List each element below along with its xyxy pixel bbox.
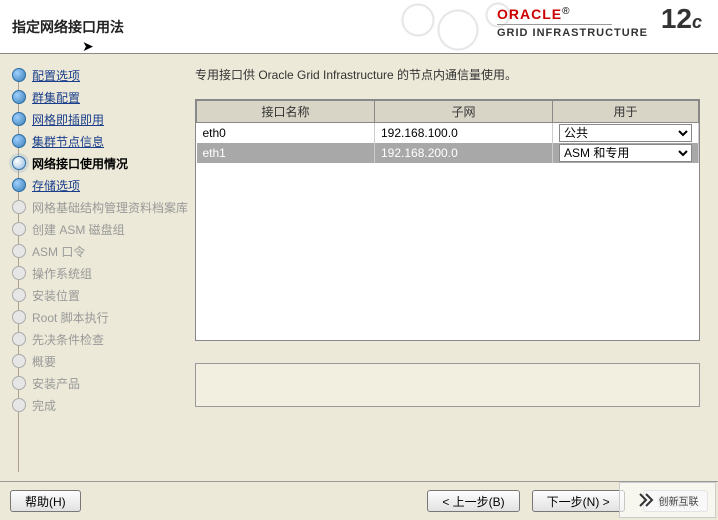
sidebar-item-os-groups: 操作系统组 [0, 262, 185, 284]
sidebar-item-label: 完成 [32, 397, 56, 414]
sidebar-item-label: Root 脚本执行 [32, 309, 109, 326]
sidebar-item-label: 网络接口使用情况 [32, 155, 128, 172]
step-dot-icon [12, 222, 26, 236]
step-dot-icon [12, 90, 26, 104]
body: 配置选项 群集配置 网格即插即用 集群节点信息 网络接口使用情况 存储选项 [0, 54, 718, 482]
col-header-interface-name[interactable]: 接口名称 [197, 101, 375, 123]
sidebar-item-label[interactable]: 群集配置 [32, 89, 80, 106]
sidebar-item-network-interface-usage[interactable]: 网络接口使用情况 [0, 152, 185, 174]
use-for-select[interactable]: 公共 [559, 124, 692, 142]
oracle-logo-text: ORACLE [497, 6, 562, 22]
sidebar-item-label: 概要 [32, 353, 56, 370]
help-button[interactable]: 帮助(H) [10, 490, 81, 512]
step-dot-icon [12, 200, 26, 214]
cell-subnet: 192.168.100.0 [375, 123, 553, 144]
version-badge: 12c [661, 4, 702, 35]
sidebar-item-label[interactable]: 配置选项 [32, 67, 80, 84]
sidebar-item-mgmt-repo: 网格基础结构管理资料档案库 [0, 196, 185, 218]
sidebar-item-label: 操作系统组 [32, 265, 92, 282]
sidebar-item-config-options[interactable]: 配置选项 [0, 64, 185, 86]
grid-infrastructure-text: GRID INFRASTRUCTURE [497, 27, 648, 39]
step-dot-icon [12, 266, 26, 280]
step-dot-icon [12, 68, 26, 82]
sidebar-item-install-location: 安装位置 [0, 284, 185, 306]
cell-interface-name: eth1 [197, 143, 375, 163]
description-text: 专用接口供 Oracle Grid Infrastructure 的节点内通信量… [195, 66, 700, 83]
next-button[interactable]: 下一步(N) > [532, 490, 625, 512]
sidebar-item-label: 安装位置 [32, 287, 80, 304]
sidebar-item-install-product: 安装产品 [0, 372, 185, 394]
step-dot-icon [12, 398, 26, 412]
table-header-row: 接口名称 子网 用于 [197, 101, 699, 123]
sidebar-item-cluster-config[interactable]: 群集配置 [0, 86, 185, 108]
message-area [195, 363, 700, 407]
nav-button-group: < 上一步(B) 下一步(N) > [427, 490, 624, 512]
sidebar-item-label[interactable]: 网格即插即用 [32, 111, 104, 128]
back-button[interactable]: < 上一步(B) [427, 490, 519, 512]
step-dot-icon [12, 178, 26, 192]
sidebar-item-label: 先决条件检查 [32, 331, 104, 348]
sidebar-item-root-scripts: Root 脚本执行 [0, 306, 185, 328]
step-dot-icon [12, 112, 26, 126]
sidebar-item-label: 创建 ASM 磁盘组 [32, 221, 125, 238]
step-dot-icon [12, 134, 26, 148]
watermark: 创新互联 [619, 482, 716, 518]
page-title: 指定网络接口用法 [0, 17, 124, 37]
cell-subnet: 192.168.200.0 [375, 143, 553, 163]
interfaces-table-container: 接口名称 子网 用于 eth0 192.168.100.0 公共 [195, 99, 700, 341]
sidebar-item-plug-and-play[interactable]: 网格即插即用 [0, 108, 185, 130]
col-header-use[interactable]: 用于 [553, 101, 699, 123]
step-dot-icon [12, 156, 26, 170]
step-dot-icon [12, 376, 26, 390]
step-dot-icon [12, 354, 26, 368]
sidebar-item-storage-options[interactable]: 存储选项 [0, 174, 185, 196]
step-dot-icon [12, 288, 26, 302]
sidebar-item-label: 网格基础结构管理资料档案库 [32, 199, 188, 216]
watermark-icon [637, 491, 655, 509]
header: 指定网络接口用法 ORACLE® GRID INFRASTRUCTURE 12c… [0, 0, 718, 54]
footer: 帮助(H) < 上一步(B) 下一步(N) > 安装(I) [0, 481, 718, 520]
sidebar-item-label[interactable]: 存储选项 [32, 177, 80, 194]
step-dot-icon [12, 332, 26, 346]
sidebar-item-finish: 完成 [0, 394, 185, 416]
use-for-select[interactable]: ASM 和专用 [559, 144, 692, 162]
sidebar-item-summary: 概要 [0, 350, 185, 372]
cell-use: 公共 [553, 123, 699, 144]
cell-interface-name: eth0 [197, 123, 375, 144]
main-panel: 专用接口供 Oracle Grid Infrastructure 的节点内通信量… [185, 54, 718, 482]
sidebar-item-create-asm: 创建 ASM 磁盘组 [0, 218, 185, 240]
watermark-text: 创新互联 [659, 493, 699, 508]
sidebar-item-asm-password: ASM 口令 [0, 240, 185, 262]
cell-use: ASM 和专用 [553, 143, 699, 163]
installer-window: 指定网络接口用法 ORACLE® GRID INFRASTRUCTURE 12c… [0, 0, 718, 520]
cursor-icon: ➤ [82, 38, 94, 55]
interfaces-table: 接口名称 子网 用于 eth0 192.168.100.0 公共 [196, 100, 699, 163]
sidebar-item-label[interactable]: 集群节点信息 [32, 133, 104, 150]
sidebar-item-label: 安装产品 [32, 375, 80, 392]
brand: ORACLE® GRID INFRASTRUCTURE 12c [497, 6, 698, 39]
step-dot-icon [12, 244, 26, 258]
col-header-subnet[interactable]: 子网 [375, 101, 553, 123]
sidebar-item-label: ASM 口令 [32, 243, 85, 260]
sidebar-item-cluster-nodes[interactable]: 集群节点信息 [0, 130, 185, 152]
sidebar-item-prereq-checks: 先决条件检查 [0, 328, 185, 350]
table-row[interactable]: eth0 192.168.100.0 公共 [197, 123, 699, 144]
sidebar: 配置选项 群集配置 网格即插即用 集群节点信息 网络接口使用情况 存储选项 [0, 54, 185, 482]
step-dot-icon [12, 310, 26, 324]
table-row[interactable]: eth1 192.168.200.0 ASM 和专用 [197, 143, 699, 163]
